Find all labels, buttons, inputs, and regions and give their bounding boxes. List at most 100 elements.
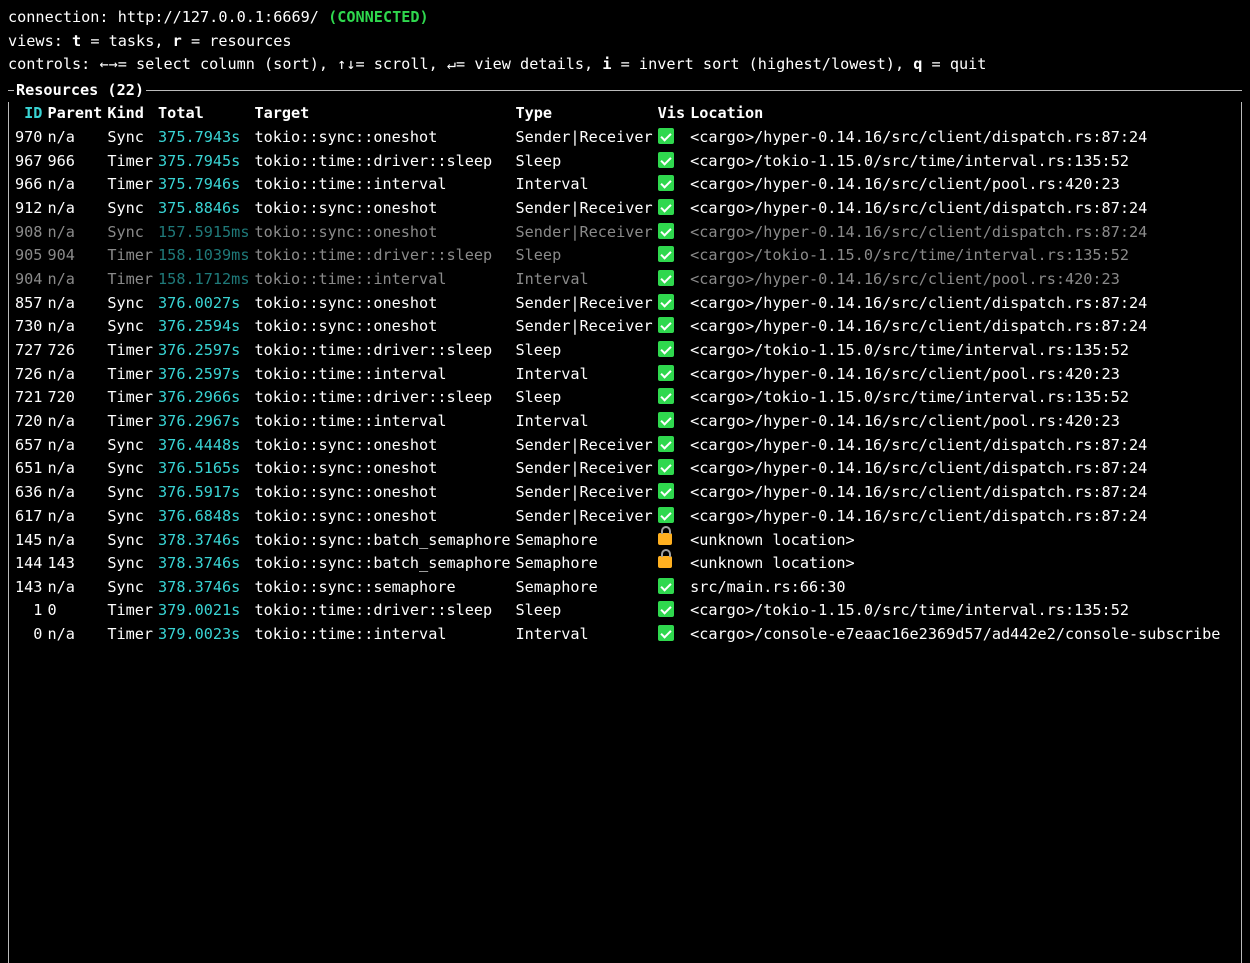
table-row[interactable]: 0n/aTimer379.0023stokio::time::intervalI… bbox=[13, 623, 1225, 647]
cell-id: 966 bbox=[13, 173, 47, 197]
cell-parent: n/a bbox=[47, 126, 107, 150]
table-row[interactable]: 10Timer379.0021stokio::time::driver::sle… bbox=[13, 599, 1225, 623]
col-header-total[interactable]: Total bbox=[158, 102, 254, 126]
table-row[interactable]: 967966Timer375.7945stokio::time::driver:… bbox=[13, 150, 1225, 174]
cell-target: tokio::sync::semaphore bbox=[254, 576, 515, 600]
table-row[interactable]: 726n/aTimer376.2597stokio::time::interva… bbox=[13, 363, 1225, 387]
table-row[interactable]: 657n/aSync376.4448stokio::sync::oneshotS… bbox=[13, 434, 1225, 458]
table-row[interactable]: 966n/aTimer375.7946stokio::time::interva… bbox=[13, 173, 1225, 197]
cell-parent: 726 bbox=[47, 339, 107, 363]
col-header-id[interactable]: ID bbox=[13, 102, 47, 126]
cell-parent: n/a bbox=[47, 505, 107, 529]
check-icon bbox=[658, 294, 674, 310]
cell-type: Semaphore bbox=[516, 552, 658, 576]
col-header-type[interactable]: Type bbox=[516, 102, 658, 126]
cell-parent: 143 bbox=[47, 552, 107, 576]
cell-parent: n/a bbox=[47, 173, 107, 197]
cell-kind: Sync bbox=[107, 505, 158, 529]
cell-location: <cargo>/hyper-0.14.16/src/client/dispatc… bbox=[690, 457, 1225, 481]
cell-parent: n/a bbox=[47, 481, 107, 505]
cell-location: <cargo>/console-e7eaac16e2369d57/ad442e2… bbox=[690, 623, 1225, 647]
table-row[interactable]: 143n/aSync378.3746stokio::sync::semaphor… bbox=[13, 576, 1225, 600]
cell-type: Sender|Receiver bbox=[516, 292, 658, 316]
table-row[interactable]: 721720Timer376.2966stokio::time::driver:… bbox=[13, 386, 1225, 410]
check-icon bbox=[658, 246, 674, 262]
cell-target: tokio::sync::oneshot bbox=[254, 505, 515, 529]
cell-location: <cargo>/hyper-0.14.16/src/client/dispatc… bbox=[690, 481, 1225, 505]
cell-kind: Sync bbox=[107, 126, 158, 150]
cell-vis bbox=[658, 599, 690, 623]
cell-parent: n/a bbox=[47, 315, 107, 339]
cell-location: <cargo>/hyper-0.14.16/src/client/dispatc… bbox=[690, 197, 1225, 221]
cell-total: 376.6848s bbox=[158, 505, 254, 529]
cell-target: tokio::sync::batch_semaphore bbox=[254, 529, 515, 553]
cell-kind: Sync bbox=[107, 221, 158, 245]
cell-vis bbox=[658, 150, 690, 174]
cell-type: Sleep bbox=[516, 599, 658, 623]
cell-id: 727 bbox=[13, 339, 47, 363]
cell-kind: Timer bbox=[107, 339, 158, 363]
cell-vis bbox=[658, 221, 690, 245]
cell-id: 657 bbox=[13, 434, 47, 458]
cell-kind: Sync bbox=[107, 457, 158, 481]
cell-location: <cargo>/tokio-1.15.0/src/time/interval.r… bbox=[690, 150, 1225, 174]
panel-title-row: Resources (22) bbox=[8, 79, 1242, 103]
cell-target: tokio::time::driver::sleep bbox=[254, 386, 515, 410]
cell-location: <cargo>/tokio-1.15.0/src/time/interval.r… bbox=[690, 339, 1225, 363]
cell-kind: Sync bbox=[107, 315, 158, 339]
col-header-location[interactable]: Location bbox=[690, 102, 1225, 126]
col-header-target[interactable]: Target bbox=[254, 102, 515, 126]
cell-id: 145 bbox=[13, 529, 47, 553]
cell-target: tokio::time::interval bbox=[254, 173, 515, 197]
cell-vis bbox=[658, 552, 690, 576]
col-header-parent[interactable]: Parent bbox=[47, 102, 107, 126]
cell-target: tokio::sync::oneshot bbox=[254, 197, 515, 221]
terminal-screen: { "header": { "connection_label": "conne… bbox=[0, 0, 1250, 963]
cell-vis bbox=[658, 386, 690, 410]
panel-title: Resources (22) bbox=[16, 79, 144, 103]
cell-id: 908 bbox=[13, 221, 47, 245]
check-icon bbox=[658, 436, 674, 452]
cell-total: 378.3746s bbox=[158, 552, 254, 576]
cell-id: 143 bbox=[13, 576, 47, 600]
cell-location: <cargo>/tokio-1.15.0/src/time/interval.r… bbox=[690, 599, 1225, 623]
col-header-kind[interactable]: Kind bbox=[107, 102, 158, 126]
cell-total: 378.3746s bbox=[158, 529, 254, 553]
table-row[interactable]: 904n/aTimer158.1712mstokio::time::interv… bbox=[13, 268, 1225, 292]
cell-type: Sender|Receiver bbox=[516, 457, 658, 481]
check-icon bbox=[658, 341, 674, 357]
views-key-tasks[interactable]: t bbox=[72, 32, 81, 50]
table-row[interactable]: 636n/aSync376.5917stokio::sync::oneshotS… bbox=[13, 481, 1225, 505]
cell-target: tokio::time::interval bbox=[254, 363, 515, 387]
table-row[interactable]: 720n/aTimer376.2967stokio::time::interva… bbox=[13, 410, 1225, 434]
cell-target: tokio::sync::oneshot bbox=[254, 457, 515, 481]
col-header-vis[interactable]: Vis bbox=[658, 102, 690, 126]
table-row[interactable]: 730n/aSync376.2594stokio::sync::oneshotS… bbox=[13, 315, 1225, 339]
cell-vis bbox=[658, 244, 690, 268]
table-row[interactable]: 905904Timer158.1039mstokio::time::driver… bbox=[13, 244, 1225, 268]
cell-location: <cargo>/hyper-0.14.16/src/client/dispatc… bbox=[690, 126, 1225, 150]
controls-text-2: = invert sort (highest/lowest), bbox=[612, 55, 914, 73]
cell-id: 857 bbox=[13, 292, 47, 316]
table-row[interactable]: 912n/aSync375.8846stokio::sync::oneshotS… bbox=[13, 197, 1225, 221]
cell-type: Sender|Receiver bbox=[516, 434, 658, 458]
cell-kind: Timer bbox=[107, 150, 158, 174]
check-icon bbox=[658, 483, 674, 499]
cell-parent: n/a bbox=[47, 623, 107, 647]
table-row[interactable]: 727726Timer376.2597stokio::time::driver:… bbox=[13, 339, 1225, 363]
cell-target: tokio::sync::batch_semaphore bbox=[254, 552, 515, 576]
table-row[interactable]: 651n/aSync376.5165stokio::sync::oneshotS… bbox=[13, 457, 1225, 481]
table-row[interactable]: 617n/aSync376.6848stokio::sync::oneshotS… bbox=[13, 505, 1225, 529]
table-row[interactable]: 970n/aSync375.7943stokio::sync::oneshotS… bbox=[13, 126, 1225, 150]
cell-parent: n/a bbox=[47, 457, 107, 481]
cell-vis bbox=[658, 457, 690, 481]
table-row[interactable]: 908n/aSync157.5915mstokio::sync::oneshot… bbox=[13, 221, 1225, 245]
cell-kind: Sync bbox=[107, 481, 158, 505]
cell-parent: n/a bbox=[47, 410, 107, 434]
table-row[interactable]: 857n/aSync376.0027stokio::sync::oneshotS… bbox=[13, 292, 1225, 316]
cell-type: Sleep bbox=[516, 339, 658, 363]
views-key-resources[interactable]: r bbox=[173, 32, 182, 50]
controls-key-invert[interactable]: i bbox=[602, 55, 611, 73]
table-row[interactable]: 144143Sync378.3746stokio::sync::batch_se… bbox=[13, 552, 1225, 576]
table-row[interactable]: 145n/aSync378.3746stokio::sync::batch_se… bbox=[13, 529, 1225, 553]
